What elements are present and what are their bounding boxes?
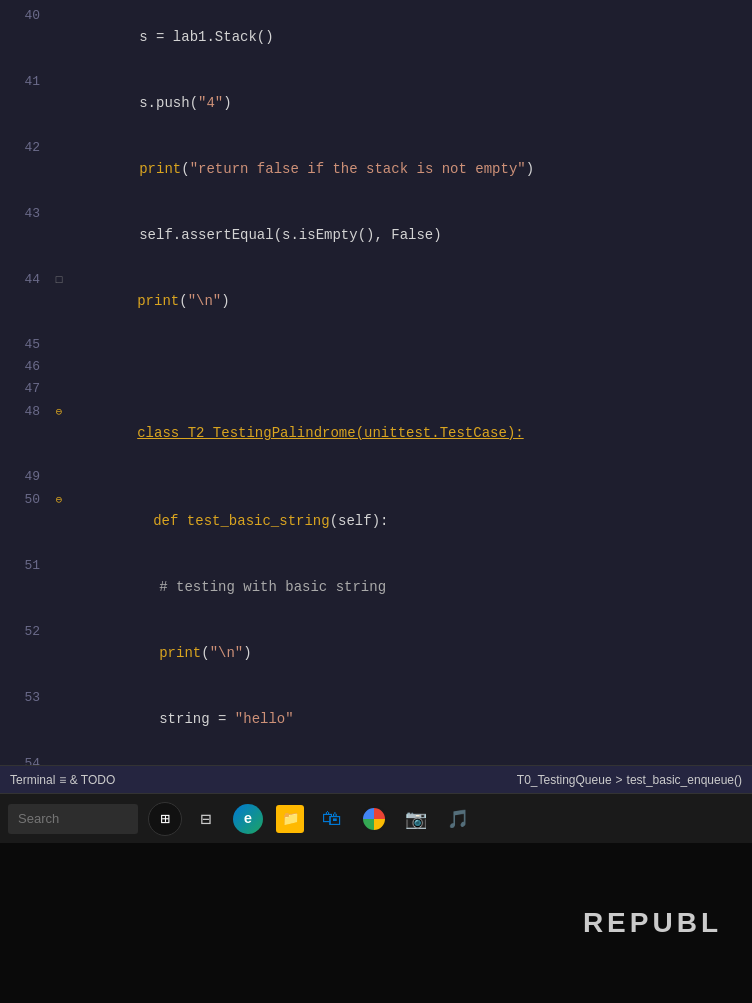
- line-number: 53: [0, 687, 52, 709]
- table-row: 51 # testing with basic string: [0, 554, 752, 620]
- table-row: 50 ⊖ def test_basic_string(self):: [0, 488, 752, 554]
- line-number: 51: [0, 555, 52, 577]
- line-content: print("\n"): [52, 620, 752, 686]
- line-number: 46: [0, 356, 52, 378]
- taskbar: ⊞ ⊟ e 📁 🛍 📷 🎵: [0, 793, 752, 843]
- line-content: def test_basic_string(self):: [66, 488, 752, 554]
- table-row: 40 s = lab1.Stack(): [0, 4, 752, 70]
- edge-browser-button[interactable]: e: [230, 801, 266, 837]
- line-content: print("\n"): [66, 268, 752, 334]
- line-number: 44: [0, 269, 52, 291]
- line-number: 47: [0, 378, 52, 400]
- status-bar: Terminal ≡ & TODO T0_TestingQueue > test…: [0, 765, 752, 793]
- code-lines: 40 s = lab1.Stack() 41 s.push("4") 42 pr…: [0, 0, 752, 765]
- line-content: s.push("4"): [52, 70, 752, 136]
- line-content: class T2_TestingPalindrome(unittest.Test…: [66, 400, 752, 466]
- branding-area: REPUBL: [0, 843, 752, 1003]
- table-row: 45: [0, 334, 752, 356]
- store-icon: 🛍: [322, 807, 342, 831]
- line-number: 50: [0, 489, 52, 511]
- breadcrumb-file: T0_TestingQueue: [517, 773, 612, 787]
- table-row: 49: [0, 466, 752, 488]
- line-content: s = lab1.Stack(): [52, 4, 752, 70]
- table-row: 48 ⊖ class T2_TestingPalindrome(unittest…: [0, 400, 752, 466]
- line-content: p = lab1.isPalindrome(string): [52, 752, 752, 765]
- file-explorer-icon: 📁: [276, 805, 304, 833]
- table-row: 41 s.push("4"): [0, 70, 752, 136]
- media-icon: 🎵: [447, 808, 469, 830]
- line-number: 49: [0, 466, 52, 488]
- table-row: 54 p = lab1.isPalindrome(string): [0, 752, 752, 765]
- line-content: # testing with basic string: [52, 554, 752, 620]
- line-content: self.assertEqual(s.isEmpty(), False): [52, 202, 752, 268]
- line-number: 43: [0, 203, 52, 225]
- windows-icon: ⊞: [160, 809, 170, 829]
- line-content: print("return false if the stack is not …: [52, 136, 752, 202]
- line-number: 52: [0, 621, 52, 643]
- photos-button[interactable]: 📷: [398, 801, 434, 837]
- chrome-button[interactable]: [356, 801, 392, 837]
- collapse-icon: □: [52, 269, 66, 291]
- table-row: 47: [0, 378, 752, 400]
- brand-text: REPUBL: [583, 907, 722, 939]
- store-button[interactable]: 🛍: [314, 801, 350, 837]
- table-row: 46: [0, 356, 752, 378]
- line-number: 41: [0, 71, 52, 93]
- line-number: 42: [0, 137, 52, 159]
- table-row: 42 print("return false if the stack is n…: [0, 136, 752, 202]
- edge-icon: e: [233, 804, 263, 834]
- chrome-icon: [361, 806, 387, 832]
- collapse-icon: ⊖: [52, 401, 66, 423]
- line-number: 40: [0, 5, 52, 27]
- breadcrumb-method: test_basic_enqueue(): [627, 773, 742, 787]
- task-view-icon: ⊟: [201, 808, 212, 830]
- code-editor: 40 s = lab1.Stack() 41 s.push("4") 42 pr…: [0, 0, 752, 765]
- table-row: 53 string = "hello": [0, 686, 752, 752]
- table-row: 52 print("\n"): [0, 620, 752, 686]
- table-row: 44 □ print("\n"): [0, 268, 752, 334]
- task-view-button[interactable]: ⊟: [188, 801, 224, 837]
- media-button[interactable]: 🎵: [440, 801, 476, 837]
- breadcrumb-separator: >: [616, 773, 623, 787]
- line-number: 48: [0, 401, 52, 423]
- collapse-icon: ⊖: [52, 489, 66, 511]
- terminal-label[interactable]: Terminal: [10, 773, 55, 787]
- file-explorer-button[interactable]: 📁: [272, 801, 308, 837]
- table-row: 43 self.assertEqual(s.isEmpty(), False): [0, 202, 752, 268]
- line-number: 54: [0, 753, 52, 765]
- windows-start-button[interactable]: ⊞: [148, 802, 182, 836]
- search-input[interactable]: [8, 804, 138, 834]
- line-content: string = "hello": [52, 686, 752, 752]
- todo-label[interactable]: ≡ & TODO: [59, 773, 115, 787]
- breadcrumb: Terminal ≡ & TODO T0_TestingQueue > test…: [10, 773, 742, 787]
- line-number: 45: [0, 334, 52, 356]
- photos-icon: 📷: [405, 808, 427, 830]
